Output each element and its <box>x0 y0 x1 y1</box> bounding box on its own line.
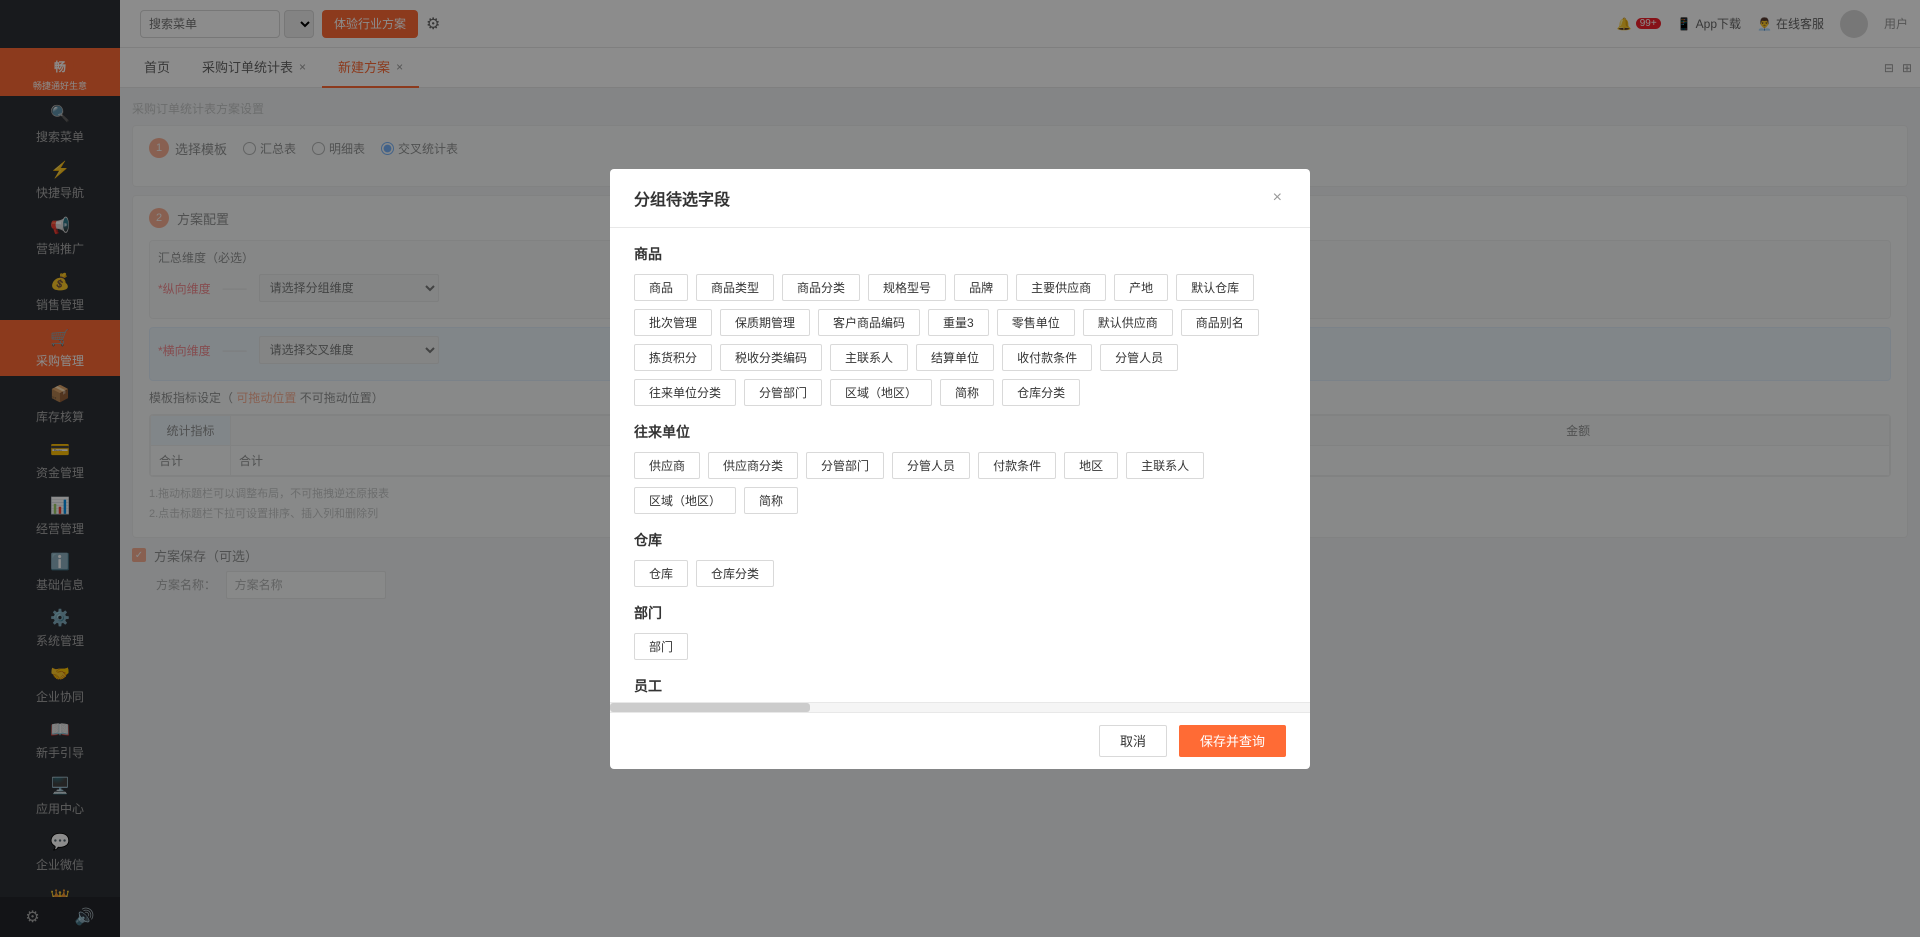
product-field-tags: 商品 商品类型 商品分类 规格型号 品牌 主要供应商 产地 默认仓库 批次管理 … <box>634 274 1286 406</box>
field-tag-partner-0[interactable]: 供应商 <box>634 452 700 479</box>
field-tag-dept-0[interactable]: 部门 <box>634 633 688 660</box>
cancel-button[interactable]: 取消 <box>1099 725 1167 757</box>
field-group-dept-title: 部门 <box>634 603 1286 623</box>
field-group-staff-title: 员工 <box>634 676 1286 696</box>
field-tag-product-22[interactable]: 分管部门 <box>744 379 822 406</box>
field-tag-product-5[interactable]: 主要供应商 <box>1016 274 1106 301</box>
field-tag-product-18[interactable]: 结算单位 <box>916 344 994 371</box>
dept-field-tags: 部门 <box>634 633 1286 660</box>
field-tag-product-2[interactable]: 商品分类 <box>782 274 860 301</box>
field-tag-product-14[interactable]: 商品别名 <box>1181 309 1259 336</box>
field-tag-product-20[interactable]: 分管人员 <box>1100 344 1178 371</box>
warehouse-field-tags: 仓库 仓库分类 <box>634 560 1286 587</box>
field-tag-partner-7[interactable]: 区域（地区） <box>634 487 736 514</box>
field-tag-product-21[interactable]: 往来单位分类 <box>634 379 736 406</box>
field-tag-product-7[interactable]: 默认仓库 <box>1176 274 1254 301</box>
field-tag-partner-3[interactable]: 分管人员 <box>892 452 970 479</box>
field-tag-product-16[interactable]: 税收分类编码 <box>720 344 822 371</box>
field-tag-partner-2[interactable]: 分管部门 <box>806 452 884 479</box>
field-tag-partner-6[interactable]: 主联系人 <box>1126 452 1204 479</box>
field-tag-product-9[interactable]: 保质期管理 <box>720 309 810 336</box>
field-tag-product-15[interactable]: 拣货积分 <box>634 344 712 371</box>
field-tag-product-4[interactable]: 品牌 <box>954 274 1008 301</box>
field-tag-product-8[interactable]: 批次管理 <box>634 309 712 336</box>
field-tag-product-24[interactable]: 简称 <box>940 379 994 406</box>
field-tag-product-23[interactable]: 区域（地区） <box>830 379 932 406</box>
field-tag-partner-5[interactable]: 地区 <box>1064 452 1118 479</box>
field-group-partner-title: 往来单位 <box>634 422 1286 442</box>
field-group-product-title: 商品 <box>634 244 1286 264</box>
field-tag-partner-1[interactable]: 供应商分类 <box>708 452 798 479</box>
field-tag-product-6[interactable]: 产地 <box>1114 274 1168 301</box>
field-tag-product-3[interactable]: 规格型号 <box>868 274 946 301</box>
field-tag-product-19[interactable]: 收付款条件 <box>1002 344 1092 371</box>
modal-body: 商品 商品 商品类型 商品分类 规格型号 品牌 主要供应商 产地 默认仓库 批次… <box>610 228 1310 702</box>
field-tag-warehouse-1[interactable]: 仓库分类 <box>696 560 774 587</box>
field-tag-product-25[interactable]: 仓库分类 <box>1002 379 1080 406</box>
field-tag-product-0[interactable]: 商品 <box>634 274 688 301</box>
field-group-product: 商品 商品 商品类型 商品分类 规格型号 品牌 主要供应商 产地 默认仓库 批次… <box>634 244 1286 406</box>
field-group-warehouse: 仓库 仓库 仓库分类 <box>634 530 1286 587</box>
field-select-modal: 分组待选字段 × 商品 商品 商品类型 商品分类 规格型号 品牌 主要供应商 产… <box>610 169 1310 769</box>
modal-hscroll-thumb[interactable] <box>610 703 810 712</box>
field-group-staff: 员工 业务员 <box>634 676 1286 702</box>
field-tag-product-13[interactable]: 默认供应商 <box>1083 309 1173 336</box>
modal-header: 分组待选字段 × <box>610 169 1310 228</box>
field-tag-warehouse-0[interactable]: 仓库 <box>634 560 688 587</box>
field-tag-product-11[interactable]: 重量3 <box>928 309 989 336</box>
modal-footer: 取消 保存并查询 <box>610 712 1310 769</box>
field-tag-product-12[interactable]: 零售单位 <box>997 309 1075 336</box>
confirm-button[interactable]: 保存并查询 <box>1179 725 1286 757</box>
field-tag-partner-8[interactable]: 简称 <box>744 487 798 514</box>
field-tag-product-17[interactable]: 主联系人 <box>830 344 908 371</box>
field-tag-product-1[interactable]: 商品类型 <box>696 274 774 301</box>
field-tag-product-10[interactable]: 客户商品编码 <box>818 309 920 336</box>
modal-title: 分组待选字段 <box>634 186 730 210</box>
field-group-dept: 部门 部门 <box>634 603 1286 660</box>
field-tag-partner-4[interactable]: 付款条件 <box>978 452 1056 479</box>
partner-field-tags: 供应商 供应商分类 分管部门 分管人员 付款条件 地区 主联系人 区域（地区） … <box>634 452 1286 514</box>
modal-close-button[interactable]: × <box>1269 185 1286 211</box>
field-group-partner: 往来单位 供应商 供应商分类 分管部门 分管人员 付款条件 地区 主联系人 区域… <box>634 422 1286 514</box>
modal-horizontal-scrollbar[interactable] <box>610 702 1310 712</box>
field-group-warehouse-title: 仓库 <box>634 530 1286 550</box>
